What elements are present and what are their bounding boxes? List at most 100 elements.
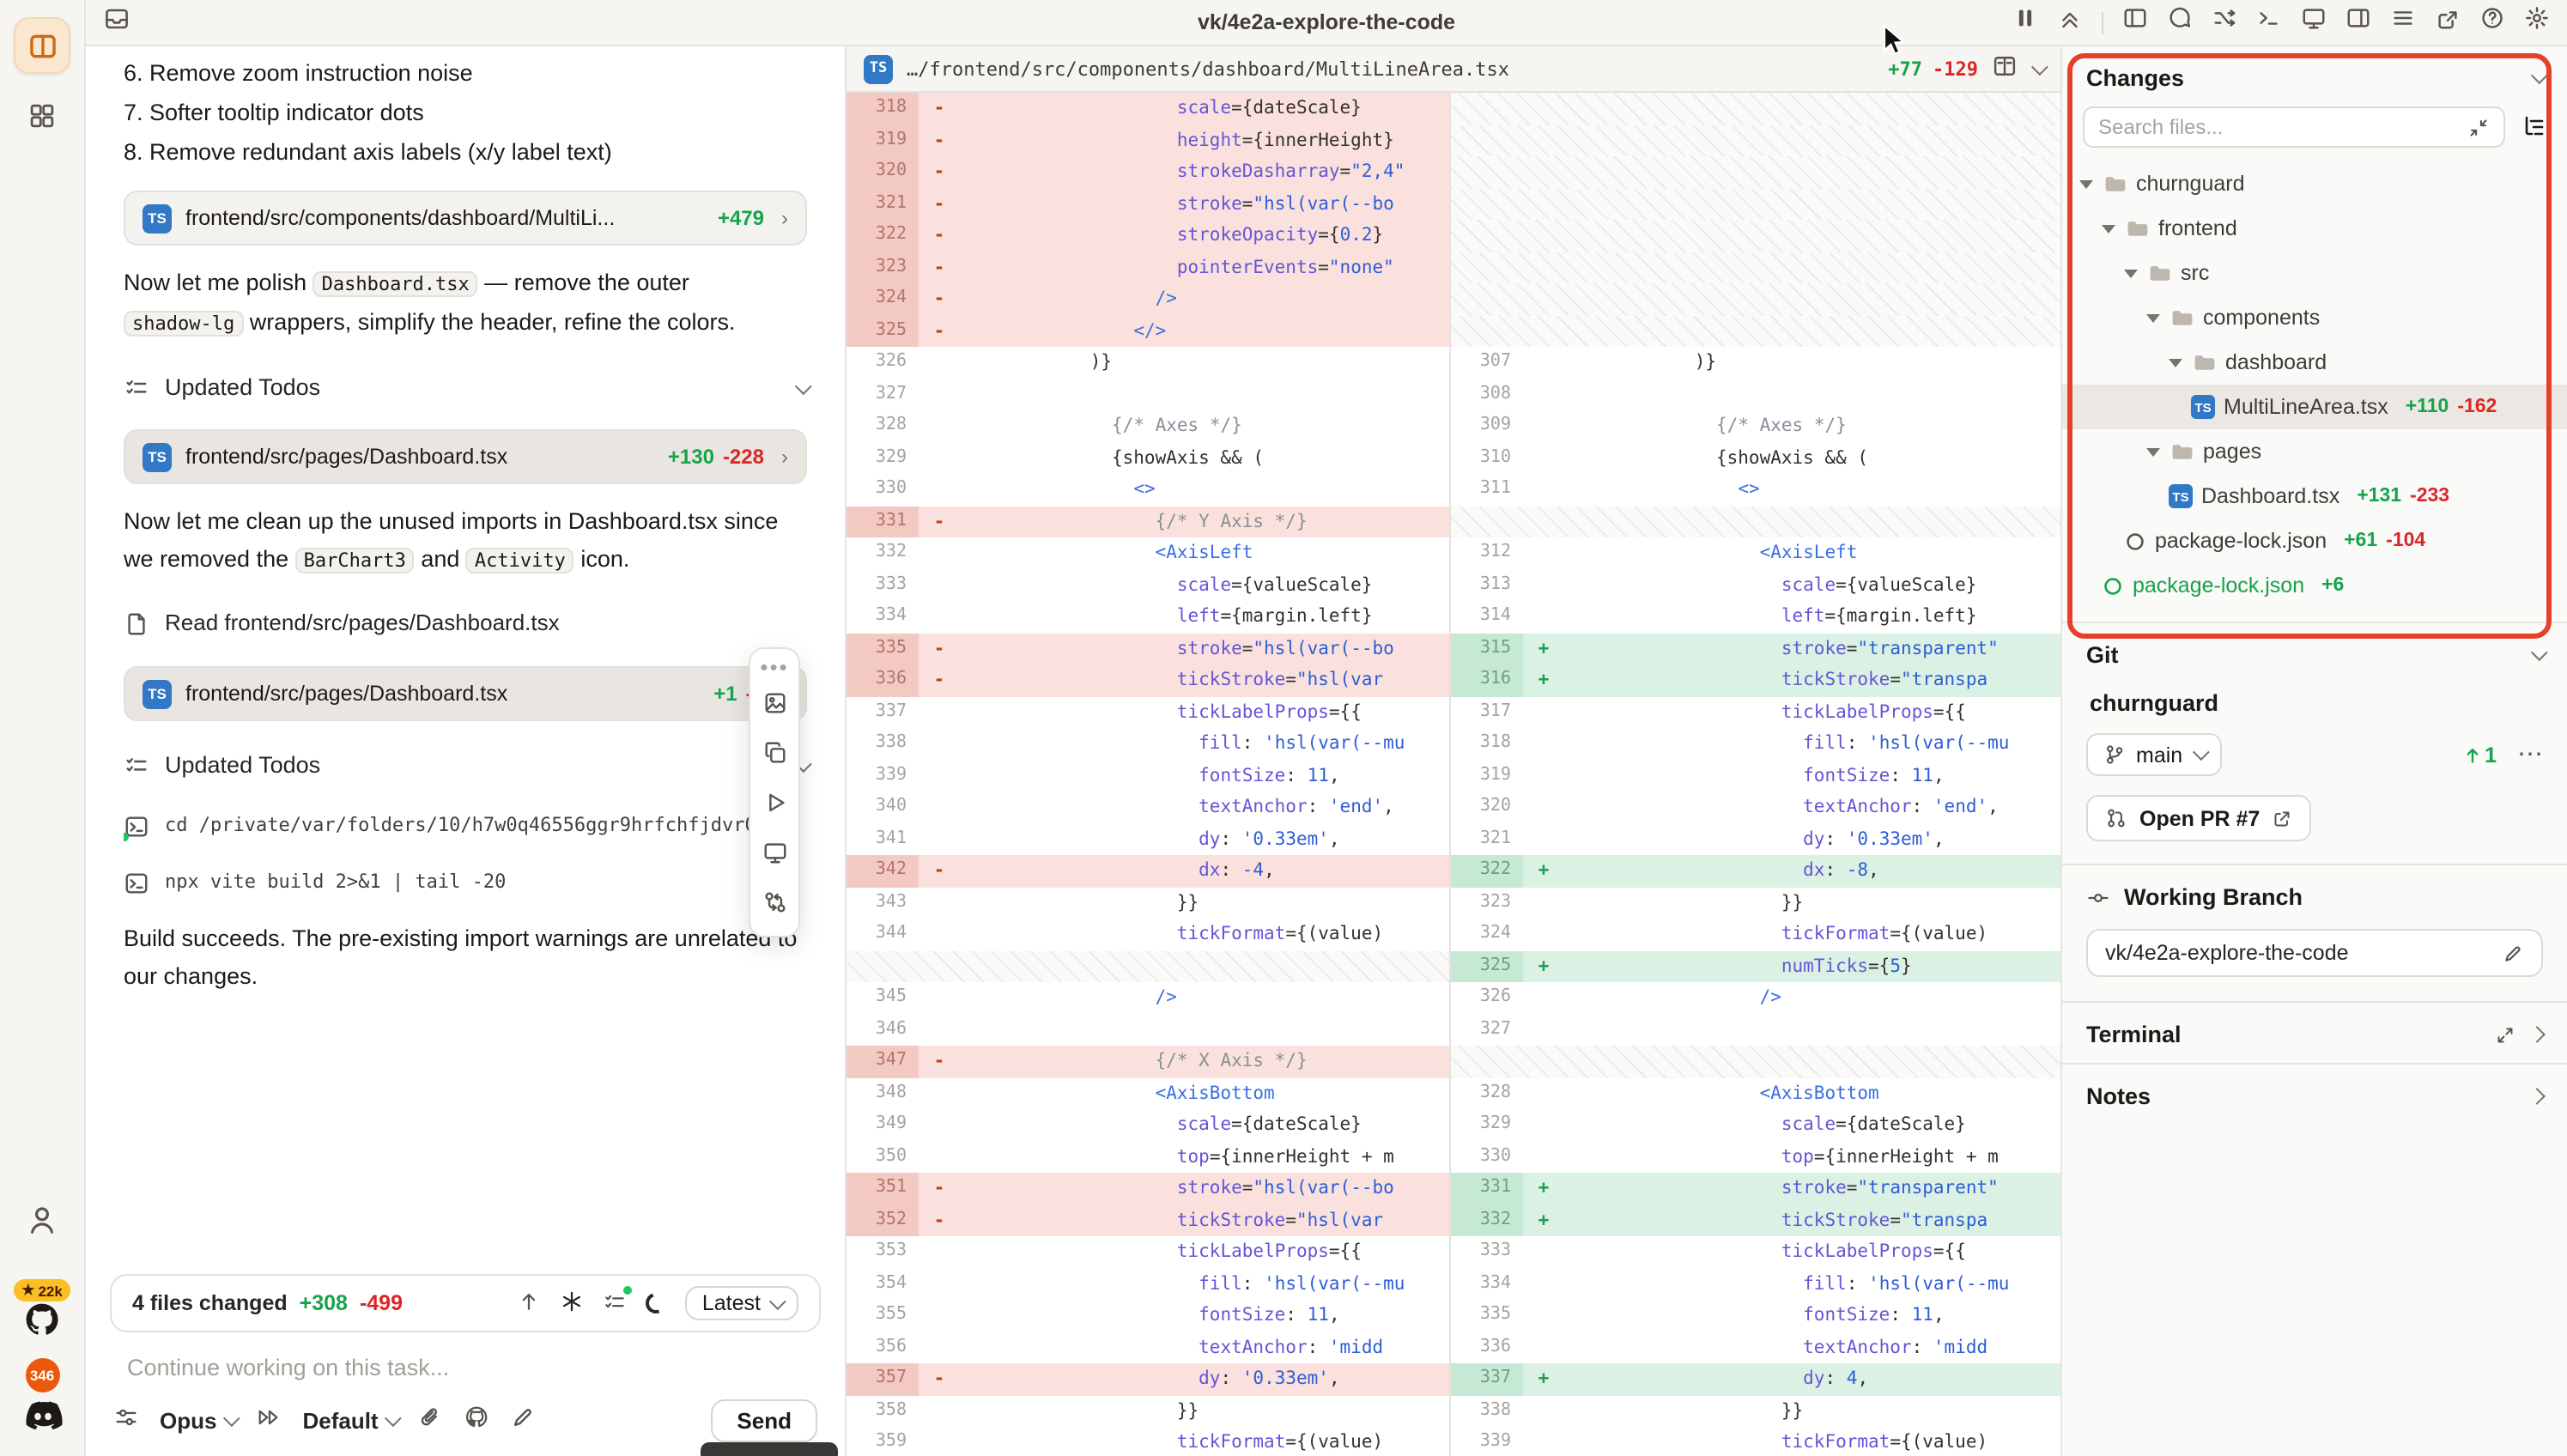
file-name: frontend/src/pages/Dashboard.tsx (185, 438, 507, 476)
diff-new-line: 316+ tickStroke="transpa (1451, 664, 2060, 696)
settings-sliders-button[interactable] (113, 1404, 139, 1438)
copy-button[interactable] (762, 740, 787, 774)
mode-dropdown[interactable]: Default (302, 1408, 397, 1434)
file-name: frontend/src/pages/Dashboard.tsx (185, 675, 507, 713)
branches-button[interactable] (2212, 5, 2237, 39)
collapse-diff-button[interactable] (2031, 58, 2043, 80)
view-toggle-button[interactable] (1992, 53, 2018, 84)
scroll-up-button[interactable] (517, 1289, 541, 1318)
compare-button[interactable] (762, 889, 787, 924)
expand-icon[interactable] (2495, 1024, 2515, 1045)
file-change-chip[interactable]: TS frontend/src/components/dashboard/Mul… (124, 191, 807, 246)
branch-dropdown[interactable]: main (2086, 733, 2222, 776)
diff-marker (919, 1300, 960, 1332)
diff-marker (1523, 696, 1564, 728)
version-dropdown[interactable]: Latest (685, 1286, 798, 1320)
diff-old-line: 353 tickLabelProps={{ (847, 1236, 1451, 1268)
chat-button[interactable] (2167, 5, 2193, 39)
tree-folder-frontend[interactable]: frontend (2062, 206, 2567, 251)
code-text: <AxisBottom (1564, 1077, 2060, 1109)
panel-right-button[interactable] (2345, 5, 2371, 39)
terminal-command-row[interactable]: cd /private/var/folders/10/h7w0q46556ggr… (124, 807, 807, 845)
profile-button[interactable] (26, 1204, 58, 1245)
tree-file-MultiLineArea.tsx[interactable]: TSMultiLineArea.tsx+110-162 (2062, 385, 2567, 429)
more-ellipsis-icon[interactable]: ⋯ (2517, 746, 2543, 763)
attach-button[interactable] (418, 1404, 444, 1438)
read-file-row[interactable]: Read frontend/src/pages/Dashboard.tsx (124, 604, 807, 642)
file-change-chip[interactable]: TS frontend/src/pages/Dashboard.tsx +130… (124, 429, 807, 484)
discord-link[interactable] (21, 1392, 63, 1442)
diff-old-line: 357- dy: '0.33em', (847, 1363, 1451, 1395)
collapse-all-icon[interactable] (2467, 116, 2490, 138)
changes-summary-bar[interactable]: 4 files changed +308 -499 Latest (110, 1274, 821, 1332)
tree-file-package-lock.json[interactable]: package-lock.json+61-104 (2062, 519, 2567, 563)
inbox-tray-button[interactable] (103, 4, 130, 40)
file-search[interactable] (2083, 106, 2505, 148)
pause-button[interactable] (2012, 5, 2038, 39)
chevron-right-icon: › (781, 438, 788, 476)
working-branch-header: Working Branch (2062, 865, 2567, 925)
board-icon (27, 30, 58, 61)
open-pr-button[interactable]: Open PR #7 (2086, 795, 2311, 841)
diff-old-line: 346 (847, 1014, 1451, 1046)
diff-marker: + (1523, 950, 1564, 982)
composer: 4 files changed +308 -499 Latest (86, 1274, 845, 1456)
tree-view-icon[interactable] (2519, 113, 2546, 141)
edit-branch-button[interactable] (2502, 942, 2524, 964)
tree-folder-dashboard[interactable]: dashboard (2062, 340, 2567, 385)
grid-view-button[interactable] (27, 101, 57, 139)
diff-row: 344 tickFormat={(value)324 tickFormat={(… (847, 919, 2060, 950)
diff-marker: + (1523, 855, 1564, 887)
star-icon: ★ (21, 1281, 34, 1300)
display-button[interactable] (762, 840, 787, 874)
github-button[interactable] (464, 1404, 490, 1438)
more-ellipsis-icon[interactable]: ••• (760, 661, 788, 675)
draw-button[interactable] (511, 1404, 537, 1438)
message-input[interactable] (86, 1332, 845, 1389)
terminal-button[interactable] (2256, 5, 2282, 39)
window-title: vk/4e2a-explore-the-code (1198, 10, 1455, 34)
tree-folder-components[interactable]: components (2062, 295, 2567, 340)
model-dropdown[interactable]: Opus (160, 1408, 235, 1434)
collapse-button[interactable] (2057, 5, 2083, 39)
git-section-header[interactable]: Git (2062, 623, 2567, 683)
tree-folder-src[interactable]: src (2062, 251, 2567, 295)
search-input[interactable] (2098, 115, 2457, 139)
notes-section-header[interactable]: Notes (2062, 1065, 2567, 1125)
settings-button[interactable] (2524, 5, 2550, 39)
diff-marker: + (1523, 1173, 1564, 1204)
updated-todos-row[interactable]: Updated Todos (124, 369, 807, 407)
display-button[interactable] (2301, 5, 2327, 39)
file-change-chip[interactable]: TS frontend/src/pages/Dashboard.tsx +1-5… (124, 666, 807, 721)
tree-folder-pages[interactable]: pages (2062, 429, 2567, 474)
tree-file-Dashboard.tsx[interactable]: TSDashboard.tsx+131-233 (2062, 474, 2567, 519)
updated-todos-row[interactable]: Updated Todos (124, 747, 807, 785)
panel-left-button[interactable] (2122, 5, 2148, 39)
workspace-active-button[interactable] (14, 17, 70, 74)
run-button[interactable] (762, 790, 787, 824)
changes-section-header[interactable]: Changes (2062, 46, 2567, 106)
fast-forward-button[interactable] (256, 1404, 282, 1438)
diff-row: 351- stroke="hsl(var(--bo331+ stroke="tr… (847, 1173, 2060, 1204)
diff-old-line: 337 tickLabelProps={{ (847, 696, 1451, 728)
working-branch-field[interactable]: vk/4e2a-explore-the-code (2086, 929, 2543, 977)
code-text: left={margin.left} (960, 601, 1449, 633)
diff-marker: + (1523, 1204, 1564, 1236)
code-text: stroke="transparent" (1564, 1173, 2060, 1204)
tree-file-package-lock.json[interactable]: package-lock.json+6 (2062, 563, 2567, 608)
github-link[interactable] (22, 1300, 62, 1348)
help-button[interactable] (2479, 5, 2505, 39)
terminal-section-header[interactable]: Terminal (2062, 1003, 2567, 1063)
todos-button[interactable] (603, 1291, 627, 1315)
repo-name: churnguard (2062, 683, 2567, 719)
share-button[interactable] (2435, 5, 2461, 39)
tree-folder-churnguard[interactable]: churnguard (2062, 161, 2567, 206)
diff-row: 327308 (847, 379, 2060, 410)
menu-button[interactable] (2390, 5, 2416, 39)
screenshot-button[interactable] (762, 690, 787, 725)
send-button[interactable]: Send (711, 1399, 817, 1442)
terminal-command-row[interactable]: npx vite build 2>&1 | tail -20 (124, 864, 807, 901)
line-number: 334 (1451, 1268, 1523, 1300)
arrow-up-icon (517, 1289, 541, 1313)
sparkle-button[interactable] (560, 1289, 584, 1318)
